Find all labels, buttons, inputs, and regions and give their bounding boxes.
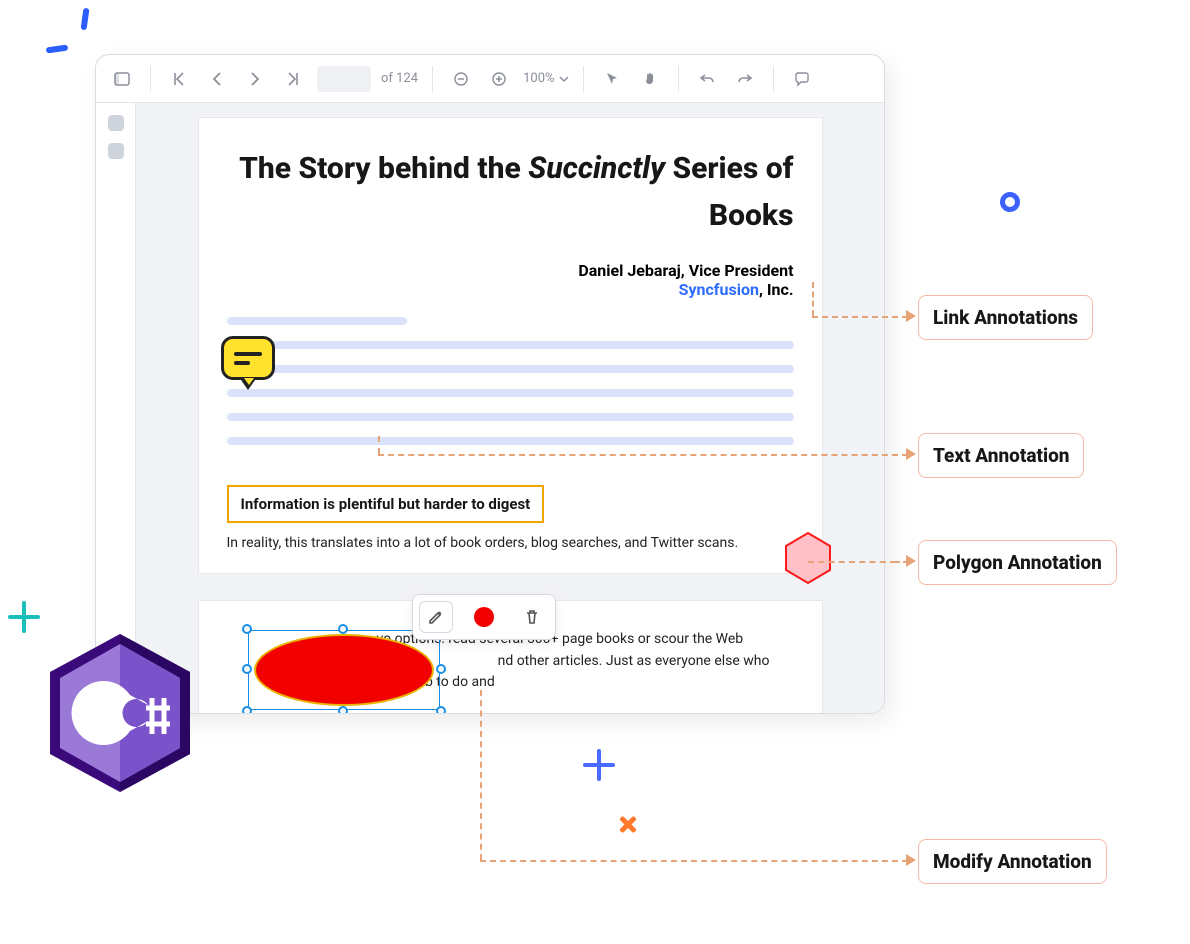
connector: [378, 454, 908, 456]
undo-button[interactable]: [693, 65, 721, 93]
connector: [812, 316, 908, 318]
annotation-edit-toolbar: [412, 594, 556, 640]
text-placeholder-block: [227, 317, 794, 445]
connector: [378, 436, 380, 454]
redo-button[interactable]: [731, 65, 759, 93]
resize-handle[interactable]: [242, 706, 252, 714]
rail-item[interactable]: [108, 115, 124, 131]
color-picker-button[interactable]: [467, 601, 501, 633]
arrow-icon: [906, 854, 916, 866]
arrow-icon: [906, 310, 916, 322]
chevron-down-icon: [559, 74, 569, 84]
toolbar-separator: [773, 66, 774, 92]
sticky-note-annotation[interactable]: [221, 336, 277, 386]
next-page-button[interactable]: [241, 65, 269, 93]
callout-polygon-annotation: Polygon Annotation: [918, 540, 1117, 585]
delete-annotation-button[interactable]: [515, 601, 549, 633]
connector: [480, 690, 482, 860]
toolbar-separator: [678, 66, 679, 92]
zoom-out-button[interactable]: [447, 65, 475, 93]
toolbar-separator: [150, 66, 151, 92]
pdf-page: The Story behind the Succinctly Series o…: [198, 117, 823, 574]
author-company: Syncfusion, Inc.: [227, 280, 794, 299]
first-page-button[interactable]: [165, 65, 193, 93]
rail-item[interactable]: [108, 143, 124, 159]
callout-modify-annotation: Modify Annotation: [918, 839, 1107, 884]
csharp-logo-icon: [40, 628, 200, 808]
ellipse-annotation-selected[interactable]: [248, 630, 440, 710]
thumbnail-rail: [96, 103, 136, 713]
toolbar-separator: [583, 66, 584, 92]
edit-annotation-button[interactable]: [419, 601, 453, 633]
decorative-plus-icon: [8, 601, 40, 633]
page-count-label: of 124: [381, 71, 418, 86]
resize-handle[interactable]: [338, 624, 348, 634]
decorative-plus-icon: [583, 749, 615, 781]
resize-handle[interactable]: [338, 706, 348, 714]
document-title: The Story behind the Succinctly Series o…: [227, 146, 794, 239]
arrow-icon: [906, 448, 916, 460]
decorative-x-icon: [614, 810, 642, 838]
resize-handle[interactable]: [436, 664, 446, 674]
sidebar-toggle-button[interactable]: [108, 65, 136, 93]
resize-handle[interactable]: [242, 624, 252, 634]
resize-handle[interactable]: [436, 706, 446, 714]
color-swatch-icon: [474, 607, 494, 627]
callout-link-annotations: Link Annotations: [918, 295, 1093, 340]
resize-handle[interactable]: [242, 664, 252, 674]
highlight-annotation[interactable]: Information is plentiful but harder to d…: [227, 485, 545, 523]
decorative-ring-icon: [1000, 192, 1020, 212]
viewer-toolbar: of 124 100%: [96, 55, 884, 103]
company-link[interactable]: Syncfusion: [679, 280, 759, 299]
connector: [812, 282, 814, 316]
author-line: Daniel Jebaraj, Vice President: [227, 261, 794, 280]
pan-tool-button[interactable]: [636, 65, 664, 93]
zoom-dropdown[interactable]: 100%: [523, 71, 568, 86]
ellipse-shape[interactable]: [254, 634, 434, 706]
comment-tool-button[interactable]: [788, 65, 816, 93]
arrow-icon: [906, 555, 916, 567]
zoom-value: 100%: [523, 71, 554, 86]
toolbar-separator: [432, 66, 433, 92]
pdf-viewer-window: of 124 100%: [95, 54, 885, 714]
selection-tool-button[interactable]: [598, 65, 626, 93]
zoom-in-button[interactable]: [485, 65, 513, 93]
callout-text-annotation: Text Annotation: [918, 433, 1084, 478]
page-number-input[interactable]: [317, 66, 371, 92]
polygon-annotation[interactable]: [780, 530, 836, 586]
prev-page-button[interactable]: [203, 65, 231, 93]
last-page-button[interactable]: [279, 65, 307, 93]
paragraph-text: In reality, this translates into a lot o…: [227, 535, 794, 551]
connector: [480, 860, 908, 862]
connector: [808, 561, 896, 563]
